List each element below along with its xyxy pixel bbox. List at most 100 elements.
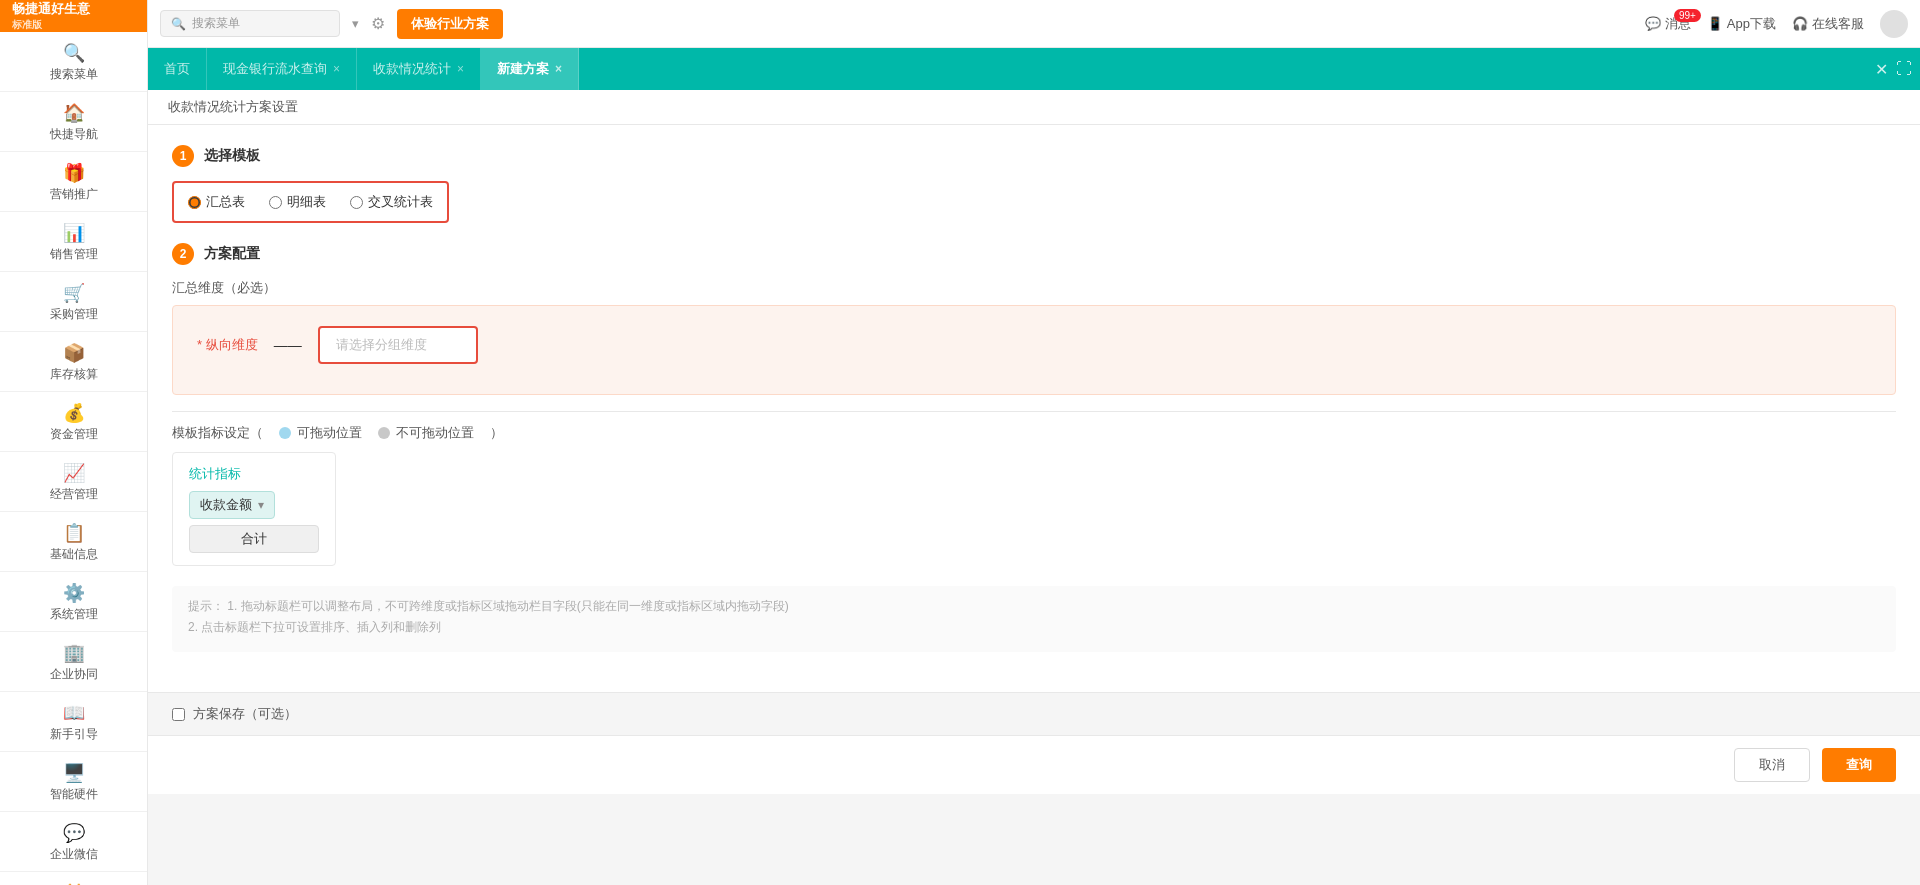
wechat-icon: 💬 — [63, 822, 85, 844]
search-icon: 🔍 — [171, 17, 186, 31]
sidebar-item-label: 营销推广 — [50, 186, 98, 203]
save-checkbox[interactable] — [172, 708, 185, 721]
footer-bar: 取消 查询 — [148, 735, 1920, 794]
sidebar-item-operation[interactable]: 📈经营管理 — [0, 452, 147, 512]
sidebar-item-label: 销售管理 — [50, 246, 98, 263]
nav-icon: 🏠 — [63, 102, 85, 124]
search-box[interactable]: 🔍 搜索菜单 — [160, 10, 340, 37]
step2-title: 方案配置 — [204, 245, 260, 263]
sidebar-item-label: 库存核算 — [50, 366, 98, 383]
cross-label: 交叉统计表 — [368, 193, 433, 211]
indicators-label: 模板指标设定（ — [172, 424, 263, 442]
sidebar-item-label: 搜索菜单 — [50, 66, 98, 83]
topbar: 🔍 搜索菜单 ▾ ⚙ 体验行业方案 💬 消息 99+ 📱 App下载 🎧 在线客… — [148, 0, 1920, 48]
sidebar-item-label: 快捷导航 — [50, 126, 98, 143]
stat-label: 统计指标 — [189, 465, 319, 483]
download-icon: 📱 — [1707, 16, 1723, 31]
step2-header: 2 方案配置 — [172, 243, 1896, 265]
tab-label: 新建方案 — [497, 60, 549, 78]
sidebar-item-member[interactable]: 👑畅会员 — [0, 872, 147, 885]
tab-close-icon[interactable]: × — [555, 62, 562, 76]
sidebar: 畅捷通好生意 标准版 🔍 搜索菜单 🏠 快捷导航 🎁营销推广 📊 销售管理 🛒采购管理 📦 库存核… — [0, 0, 148, 885]
form-area: 1 选择模板 汇总表 明细表 交叉统计表 — [148, 125, 1920, 692]
gear-icon[interactable]: ⚙ — [371, 14, 385, 33]
fixed-label: 不可拖动位置 — [396, 424, 474, 442]
sidebar-item-purchase[interactable]: 🛒采购管理 — [0, 272, 147, 332]
tab-home[interactable]: 首页 — [148, 48, 207, 90]
tab-new_plan[interactable]: 新建方案 × — [481, 48, 579, 90]
close-paren: ） — [490, 424, 503, 442]
message-item[interactable]: 💬 消息 99+ — [1645, 15, 1691, 33]
sidebar-item-hardware[interactable]: 🖥️ 智能硬件 — [0, 752, 147, 812]
basic-icon: 📋 — [63, 522, 85, 544]
tab-close-icon[interactable]: × — [457, 62, 464, 76]
chevron-down-icon: ▾ — [258, 498, 264, 512]
service-item[interactable]: 🎧 在线客服 — [1792, 15, 1864, 33]
system-icon: ⚙️ — [63, 582, 85, 604]
trial-button[interactable]: 体验行业方案 — [397, 9, 503, 39]
radio-cross[interactable] — [350, 196, 363, 209]
indicator-tag[interactable]: 收款金额 ▾ — [189, 491, 275, 519]
indicators-header: 模板指标设定（ 可拖动位置 不可拖动位置 ） — [172, 411, 1896, 442]
sidebar-item-inventory[interactable]: 📦 库存核算 — [0, 332, 147, 392]
sidebar-item-finance[interactable]: 💰资金管理 — [0, 392, 147, 452]
dimension-select[interactable]: 请选择分组维度 — [318, 326, 478, 364]
step1-number: 1 — [172, 145, 194, 167]
sidebar-item-sales[interactable]: 📊 销售管理 — [0, 212, 147, 272]
tab-receipt[interactable]: 收款情况统计× — [357, 48, 481, 90]
service-label: 在线客服 — [1812, 15, 1864, 33]
tab-close-icon[interactable]: × — [333, 62, 340, 76]
tabbar: 首页现金银行流水查询×收款情况统计× 新建方案 × ✕ ⛶ — [148, 48, 1920, 90]
sidebar-item-marketing[interactable]: 🎁营销推广 — [0, 152, 147, 212]
tabbar-actions: ✕ ⛶ — [1867, 48, 1920, 90]
template-option-summary[interactable]: 汇总表 — [188, 193, 245, 211]
step1-section: 1 选择模板 汇总表 明细表 交叉统计表 — [172, 145, 1896, 223]
sidebar-item-corp[interactable]: 🏢企业协同 — [0, 632, 147, 692]
stat-indicator-box: 统计指标 收款金额 ▾ 合计 — [172, 452, 336, 566]
sidebar-item-label: 智能硬件 — [50, 786, 98, 803]
message-badge: 99+ — [1674, 9, 1701, 22]
radio-detail[interactable] — [269, 196, 282, 209]
maximize-icon[interactable]: ⛶ — [1896, 60, 1912, 78]
sidebar-item-system[interactable]: ⚙️ 系统管理 — [0, 572, 147, 632]
sidebar-item-search[interactable]: 🔍 搜索菜单 — [0, 32, 147, 92]
tab-label: 首页 — [164, 60, 190, 78]
template-option-cross[interactable]: 交叉统计表 — [350, 193, 433, 211]
search-placeholder: 搜索菜单 — [192, 15, 240, 32]
sidebar-item-wechat[interactable]: 💬 企业微信 — [0, 812, 147, 872]
sidebar-item-label: 新手引导 — [50, 726, 98, 743]
cancel-button[interactable]: 取消 — [1734, 748, 1810, 782]
tab-bank[interactable]: 现金银行流水查询× — [207, 48, 357, 90]
inventory-icon: 📦 — [63, 342, 85, 364]
sidebar-item-label: 系统管理 — [50, 606, 98, 623]
breadcrumb: 收款情况统计方案设置 — [148, 90, 1920, 125]
hardware-icon: 🖥️ — [63, 762, 85, 784]
sales-icon: 📊 — [63, 222, 85, 244]
indicator-tag-label: 收款金额 — [200, 496, 252, 514]
sidebar-item-guide[interactable]: 📖新手引导 — [0, 692, 147, 752]
detail-label: 明细表 — [287, 193, 326, 211]
page-content: 收款情况统计方案设置 1 选择模板 汇总表 明细表 — [148, 90, 1920, 885]
sidebar-item-basic[interactable]: 📋基础信息 — [0, 512, 147, 572]
template-options: 汇总表 明细表 交叉统计表 — [172, 181, 449, 223]
tip-line-1: 提示： 1. 拖动标题栏可以调整布局，不可跨维度或指标区域拖动栏目字段(只能在同… — [188, 598, 1880, 615]
search-icon: 🔍 — [63, 42, 85, 64]
radio-summary[interactable] — [188, 196, 201, 209]
sidebar-item-nav[interactable]: 🏠 快捷导航 — [0, 92, 147, 152]
corp-icon: 🏢 — [63, 642, 85, 664]
download-item[interactable]: 📱 App下载 — [1707, 15, 1776, 33]
avatar[interactable] — [1880, 10, 1908, 38]
movable-legend: 可拖动位置 — [279, 424, 362, 442]
sidebar-item-label: 企业微信 — [50, 846, 98, 863]
step2-section: 2 方案配置 汇总维度（必选） * 纵向维度 —— 请选择分组维度 — [172, 243, 1896, 652]
app-name: 畅捷通好生意 — [12, 0, 90, 18]
template-option-detail[interactable]: 明细表 — [269, 193, 326, 211]
close-icon[interactable]: ✕ — [1875, 60, 1888, 79]
summary-dim-label: 汇总维度（必选） — [172, 279, 1896, 297]
query-button[interactable]: 查询 — [1822, 748, 1896, 782]
dropdown-arrow-icon[interactable]: ▾ — [352, 16, 359, 31]
sidebar-logo: 畅捷通好生意 标准版 — [0, 0, 147, 32]
dimension-section: 汇总维度（必选） * 纵向维度 —— 请选择分组维度 — [172, 279, 1896, 395]
tip-line-2: 2. 点击标题栏下拉可设置排序、插入列和删除列 — [188, 619, 1880, 636]
vertical-dim-label: * 纵向维度 — [197, 336, 258, 354]
